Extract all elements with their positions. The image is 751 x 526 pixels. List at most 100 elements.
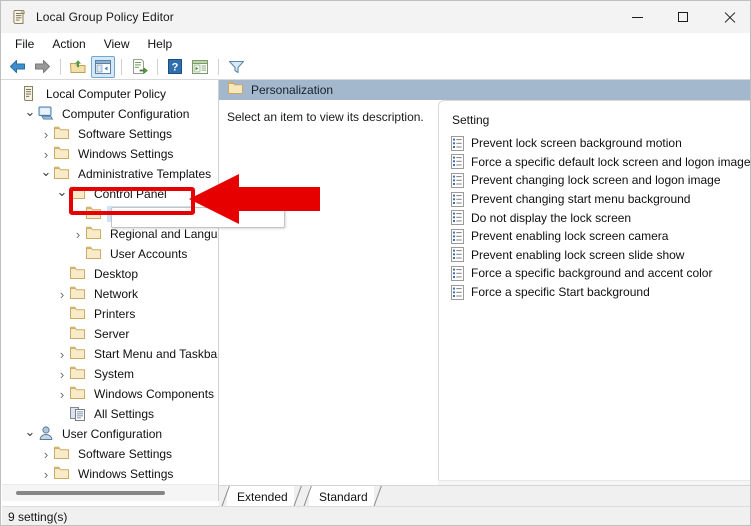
chevron-down-icon[interactable]: ⌄	[54, 182, 70, 207]
folder-icon	[54, 126, 70, 142]
tree-item-desktop[interactable]: Desktop	[2, 264, 218, 284]
chevron-right-icon[interactable]: ›	[70, 224, 86, 244]
tree-item-label: Printers	[94, 307, 136, 321]
folder-icon	[86, 226, 102, 242]
maximize-button[interactable]	[660, 1, 706, 33]
tree-item-administrative-templates[interactable]: ⌄ Administrative Templates	[2, 164, 218, 184]
setting-row[interactable]: Force a specific background and accent c…	[439, 264, 750, 283]
tab-extended[interactable]: Extended	[227, 486, 294, 507]
forward-button[interactable]	[30, 56, 54, 78]
menu-view[interactable]: View	[96, 35, 138, 53]
setting-label: Prevent enabling lock screen slide show	[471, 247, 685, 262]
tree-item-network[interactable]: › Network	[2, 284, 218, 304]
tree-item-software-settings[interactable]: › Software Settings	[2, 444, 218, 464]
tree-item-user-configuration[interactable]: ⌄ User Configuration	[2, 424, 218, 444]
minimize-button[interactable]	[614, 1, 660, 33]
menu-file[interactable]: File	[7, 35, 42, 53]
close-icon	[724, 12, 735, 23]
folder-icon	[70, 186, 86, 202]
tree-item-windows-settings[interactable]: › Windows Settings	[2, 144, 218, 164]
tree-item-label: Personalization	[107, 206, 196, 222]
tab-standard[interactable]: Standard	[309, 486, 374, 507]
tree-item-windows-components[interactable]: › Windows Components	[2, 384, 218, 404]
console-tree: Local Computer Policy ⌄ Computer Configura…	[2, 80, 218, 484]
tree-item-label: Windows Components	[94, 387, 215, 401]
chevron-right-icon[interactable]: ›	[38, 444, 54, 464]
tree-item-system[interactable]: › System	[2, 364, 218, 384]
tree-item-computer-configuration[interactable]: ⌄ Computer Configuration	[2, 104, 218, 124]
back-button[interactable]	[5, 56, 29, 78]
export-list-button[interactable]	[127, 56, 151, 78]
tree-item-control-panel[interactable]: ⌄ Control Panel	[2, 184, 218, 204]
show-action-pane-button[interactable]	[188, 56, 212, 78]
tree-item-software-settings[interactable]: › Software Settings	[2, 124, 218, 144]
setting-row[interactable]: Prevent enabling lock screen slide show	[439, 246, 750, 265]
chevron-right-icon[interactable]: ›	[54, 344, 70, 364]
tree-item-label: All Settings	[94, 407, 155, 421]
tab-left-edge	[220, 486, 231, 507]
tree-item-printers[interactable]: Printers	[2, 304, 218, 324]
tree-horizontal-scrollbar[interactable]	[2, 484, 219, 501]
filter-button[interactable]	[224, 56, 248, 78]
setting-label: Force a specific Start background	[471, 285, 650, 300]
folder-icon	[86, 246, 102, 262]
setting-row[interactable]: Do not display the lock screen	[439, 208, 750, 227]
folder-icon	[54, 146, 70, 162]
setting-label: Prevent changing lock screen and logon i…	[471, 173, 721, 188]
setting-label: Prevent changing start menu background	[471, 192, 691, 207]
up-one-level-button[interactable]	[66, 56, 90, 78]
tree-item-user-accounts[interactable]: User Accounts	[2, 244, 218, 264]
setting-row[interactable]: Prevent changing start menu background	[439, 190, 750, 209]
details-header: Personalization	[219, 80, 750, 100]
tree-item-label: Local Computer Policy	[46, 87, 167, 101]
help-button[interactable]: ?	[163, 56, 187, 78]
settings-list-header: Setting	[439, 101, 750, 131]
setting-row[interactable]: Prevent enabling lock screen camera	[439, 227, 750, 246]
tree-item-regional-and-language-options[interactable]: › Regional and Language Options	[2, 224, 218, 244]
tree-item-label: Windows Settings	[78, 147, 174, 161]
folder-icon	[70, 366, 86, 382]
chevron-down-icon[interactable]: ⌄	[38, 162, 54, 187]
all-settings-icon	[70, 406, 86, 422]
tree-item-personalization[interactable]: Personalization	[2, 204, 218, 224]
chevron-down-icon[interactable]: ⌄	[22, 422, 38, 447]
tree-item-label: Server	[94, 327, 130, 341]
help-icon: ?	[168, 59, 182, 74]
maximize-icon	[678, 12, 688, 22]
setting-row[interactable]: Force a specific default lock screen and…	[439, 153, 750, 172]
view-tabstrip: Extended Standard	[219, 485, 750, 507]
chevron-placeholder	[54, 324, 70, 344]
menu-action[interactable]: Action	[44, 35, 93, 53]
setting-row[interactable]: Force a specific Start background	[439, 283, 750, 302]
tree-item-windows-settings[interactable]: › Windows Settings	[2, 464, 218, 484]
policy-setting-icon	[451, 210, 464, 226]
chevron-placeholder	[70, 244, 86, 264]
settings-column-header[interactable]: Setting	[452, 113, 489, 131]
chevron-right-icon[interactable]: ›	[54, 384, 70, 404]
policy-scroll-icon	[11, 9, 27, 25]
show-hide-console-tree-button[interactable]	[91, 55, 115, 78]
chevron-down-icon[interactable]: ⌄	[22, 102, 38, 127]
setting-row[interactable]: Prevent changing lock screen and logon i…	[439, 171, 750, 190]
settings-list: Prevent lock screen background motion For…	[439, 131, 750, 302]
details-pane: Personalization Select an item to view i…	[219, 80, 750, 500]
chevron-right-icon[interactable]: ›	[38, 124, 54, 144]
tree-item-start-menu-and-taskbar[interactable]: › Start Menu and Taskbar	[2, 344, 218, 364]
chevron-placeholder	[54, 304, 70, 324]
tree-item-label: Desktop	[94, 267, 139, 281]
close-button[interactable]	[706, 1, 750, 33]
window-title: Local Group Policy Editor	[36, 10, 174, 24]
tree-item-label: Start Menu and Taskbar	[94, 347, 219, 361]
tree-item-server[interactable]: Server	[2, 324, 218, 344]
toolbar-separator-3	[157, 58, 158, 75]
details-header-title: Personalization	[251, 83, 334, 97]
description-pane: Select an item to view its description.	[219, 100, 437, 500]
folder-icon	[86, 206, 102, 222]
tree-scrollbar-thumb[interactable]	[16, 491, 165, 495]
chevron-right-icon[interactable]: ›	[38, 464, 54, 484]
menu-help[interactable]: Help	[140, 35, 181, 53]
chevron-right-icon[interactable]: ›	[54, 284, 70, 304]
setting-row[interactable]: Prevent lock screen background motion	[439, 134, 750, 153]
chevron-right-icon[interactable]: ›	[54, 364, 70, 384]
policy-setting-icon	[451, 191, 464, 207]
